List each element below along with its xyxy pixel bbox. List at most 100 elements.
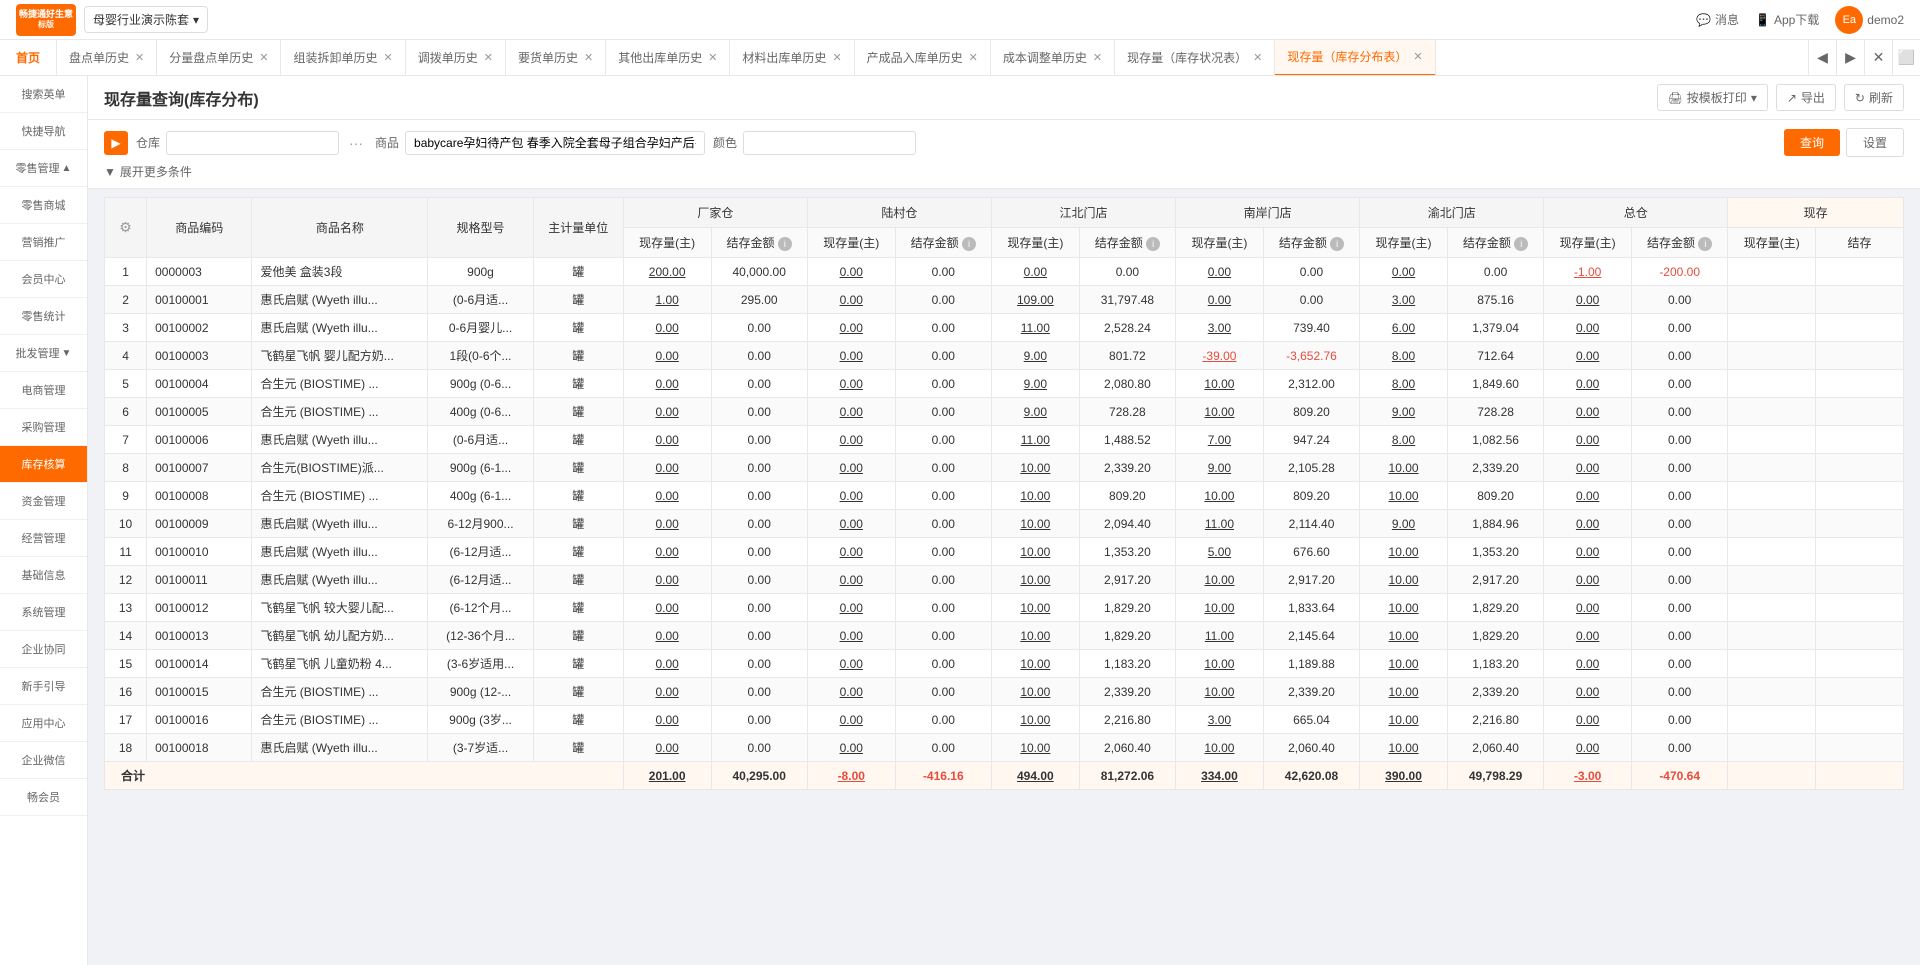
cell-total-qty[interactable]: 0.00 (1544, 650, 1632, 678)
cell-lc-qty[interactable]: 0.00 (807, 538, 895, 566)
sidebar-item-marketing[interactable]: 营销推广 (0, 224, 87, 261)
tab-order-request[interactable]: 要货单历史 ✕ (506, 40, 606, 76)
cell-lc-qty[interactable]: 0.00 (807, 566, 895, 594)
cell-na-qty[interactable]: 10.00 (1176, 678, 1264, 706)
cell-na-qty[interactable]: 3.00 (1176, 706, 1264, 734)
cell-fw-qty[interactable]: 0.00 (623, 342, 711, 370)
cell-fw-qty[interactable]: 0.00 (623, 566, 711, 594)
info-icon[interactable]: i (1514, 237, 1528, 251)
cell-total-qty[interactable]: 0.00 (1544, 314, 1632, 342)
cell-yb-qty[interactable]: 10.00 (1360, 678, 1448, 706)
cell-total-qty[interactable]: 0.00 (1544, 426, 1632, 454)
cell-na-qty[interactable]: 10.00 (1176, 482, 1264, 510)
cell-jb-qty[interactable]: 10.00 (991, 454, 1079, 482)
summary-na-qty[interactable]: 334.00 (1176, 762, 1264, 790)
tab-close-icon[interactable]: ✕ (1093, 51, 1102, 64)
cell-lc-qty[interactable]: 0.00 (807, 678, 895, 706)
cell-fw-qty[interactable]: 0.00 (623, 706, 711, 734)
tab-maximize-btn[interactable]: ⬜ (1892, 40, 1920, 76)
cell-yb-qty[interactable]: 6.00 (1360, 314, 1448, 342)
cell-na-qty[interactable]: -39.00 (1176, 342, 1264, 370)
export-btn[interactable]: ↗ 导出 (1776, 84, 1836, 111)
cell-total-qty[interactable]: 0.00 (1544, 342, 1632, 370)
cell-total-qty[interactable]: 0.00 (1544, 482, 1632, 510)
sidebar-item-operations[interactable]: 经营管理 (0, 520, 87, 557)
cell-total-qty[interactable]: 0.00 (1544, 566, 1632, 594)
cell-jb-qty[interactable]: 10.00 (991, 706, 1079, 734)
cell-fw-qty[interactable]: 0.00 (623, 370, 711, 398)
cell-na-qty[interactable]: 0.00 (1176, 258, 1264, 286)
cell-lc-qty[interactable]: 0.00 (807, 734, 895, 762)
cell-fw-qty[interactable]: 0.00 (623, 734, 711, 762)
cell-total-qty[interactable]: 0.00 (1544, 286, 1632, 314)
cell-fw-qty[interactable]: 1.00 (623, 286, 711, 314)
cell-na-qty[interactable]: 7.00 (1176, 426, 1264, 454)
cell-fw-qty[interactable]: 0.00 (623, 650, 711, 678)
tab-home[interactable]: 首页 (0, 40, 57, 76)
cell-na-qty[interactable]: 10.00 (1176, 398, 1264, 426)
sidebar-item-system[interactable]: 系统管理 (0, 594, 87, 631)
info-icon[interactable]: i (1146, 237, 1160, 251)
cell-lc-qty[interactable]: 0.00 (807, 706, 895, 734)
cell-fw-qty[interactable]: 200.00 (623, 258, 711, 286)
cell-na-qty[interactable]: 10.00 (1176, 594, 1264, 622)
tab-close-all-btn[interactable]: ✕ (1864, 40, 1892, 76)
color-input[interactable] (743, 131, 916, 155)
tab-cost-adjust[interactable]: 成本调整单历史 ✕ (991, 40, 1115, 76)
cell-lc-qty[interactable]: 0.00 (807, 370, 895, 398)
sidebar-item-wholesale[interactable]: 批发管理 ▼ (0, 335, 87, 372)
cell-jb-qty[interactable]: 9.00 (991, 398, 1079, 426)
cell-yb-qty[interactable]: 10.00 (1360, 566, 1448, 594)
sidebar-item-ecommerce[interactable]: 电商管理 (0, 372, 87, 409)
tab-combo-dismantle[interactable]: 组装拆卸单历史 ✕ (281, 40, 405, 76)
cell-na-qty[interactable]: 11.00 (1176, 622, 1264, 650)
tab-other-out[interactable]: 其他出库单历史 ✕ (606, 40, 730, 76)
sidebar-item-retail[interactable]: 零售管理 ▲ (0, 150, 87, 187)
sidebar-item-member[interactable]: 会员中心 (0, 261, 87, 298)
setting-btn[interactable]: 设置 (1846, 128, 1904, 157)
cell-na-qty[interactable]: 5.00 (1176, 538, 1264, 566)
company-dropdown[interactable]: 母婴行业演示陈套 ▾ (84, 6, 208, 33)
cell-yb-qty[interactable]: 10.00 (1360, 538, 1448, 566)
cell-total-qty[interactable]: 0.00 (1544, 734, 1632, 762)
sidebar-item-new-guide[interactable]: 新手引导 (0, 668, 87, 705)
sidebar-item-finance[interactable]: 资金管理 (0, 483, 87, 520)
warehouse-input[interactable] (166, 131, 339, 155)
print-btn[interactable]: 🖨 按模板打印 ▾ (1657, 84, 1768, 111)
cell-lc-qty[interactable]: 0.00 (807, 650, 895, 678)
cell-total-qty[interactable]: 0.00 (1544, 454, 1632, 482)
tab-next-btn[interactable]: ▶ (1836, 40, 1864, 76)
tab-prev-btn[interactable]: ◀ (1808, 40, 1836, 76)
cell-jb-qty[interactable]: 10.00 (991, 650, 1079, 678)
tab-close-icon[interactable]: ✕ (1413, 50, 1422, 63)
cell-fw-qty[interactable]: 0.00 (623, 482, 711, 510)
cell-yb-qty[interactable]: 10.00 (1360, 594, 1448, 622)
cell-yb-qty[interactable]: 9.00 (1360, 510, 1448, 538)
cell-yb-qty[interactable]: 10.00 (1360, 454, 1448, 482)
sidebar-item-members-plus[interactable]: 畅会员 (0, 779, 87, 816)
cell-na-qty[interactable]: 9.00 (1176, 454, 1264, 482)
tab-stock-dist[interactable]: 现存量（库存分布表） ✕ (1275, 40, 1435, 76)
cell-jb-qty[interactable]: 10.00 (991, 594, 1079, 622)
cell-yb-qty[interactable]: 9.00 (1360, 398, 1448, 426)
cell-lc-qty[interactable]: 0.00 (807, 622, 895, 650)
cell-na-qty[interactable]: 10.00 (1176, 650, 1264, 678)
cell-jb-qty[interactable]: 9.00 (991, 342, 1079, 370)
cell-jb-qty[interactable]: 10.00 (991, 566, 1079, 594)
sidebar-item-purchase[interactable]: 采购管理 (0, 409, 87, 446)
cell-yb-qty[interactable]: 10.00 (1360, 482, 1448, 510)
cell-jb-qty[interactable]: 10.00 (991, 622, 1079, 650)
sidebar-item-app-center[interactable]: 应用中心 (0, 705, 87, 742)
cell-total-qty[interactable]: -1.00 (1544, 258, 1632, 286)
sidebar-item-enterprise-wechat[interactable]: 企业微信 (0, 742, 87, 779)
cell-fw-qty[interactable]: 0.00 (623, 594, 711, 622)
cell-total-qty[interactable]: 0.00 (1544, 538, 1632, 566)
expand-conditions[interactable]: ▼ 展开更多条件 (104, 163, 1904, 180)
cell-lc-qty[interactable]: 0.00 (807, 286, 895, 314)
cell-lc-qty[interactable]: 0.00 (807, 342, 895, 370)
cell-fw-qty[interactable]: 0.00 (623, 398, 711, 426)
cell-jb-qty[interactable]: 10.00 (991, 482, 1079, 510)
cell-yb-qty[interactable]: 3.00 (1360, 286, 1448, 314)
cell-na-qty[interactable]: 10.00 (1176, 566, 1264, 594)
summary-fw-qty[interactable]: 201.00 (623, 762, 711, 790)
